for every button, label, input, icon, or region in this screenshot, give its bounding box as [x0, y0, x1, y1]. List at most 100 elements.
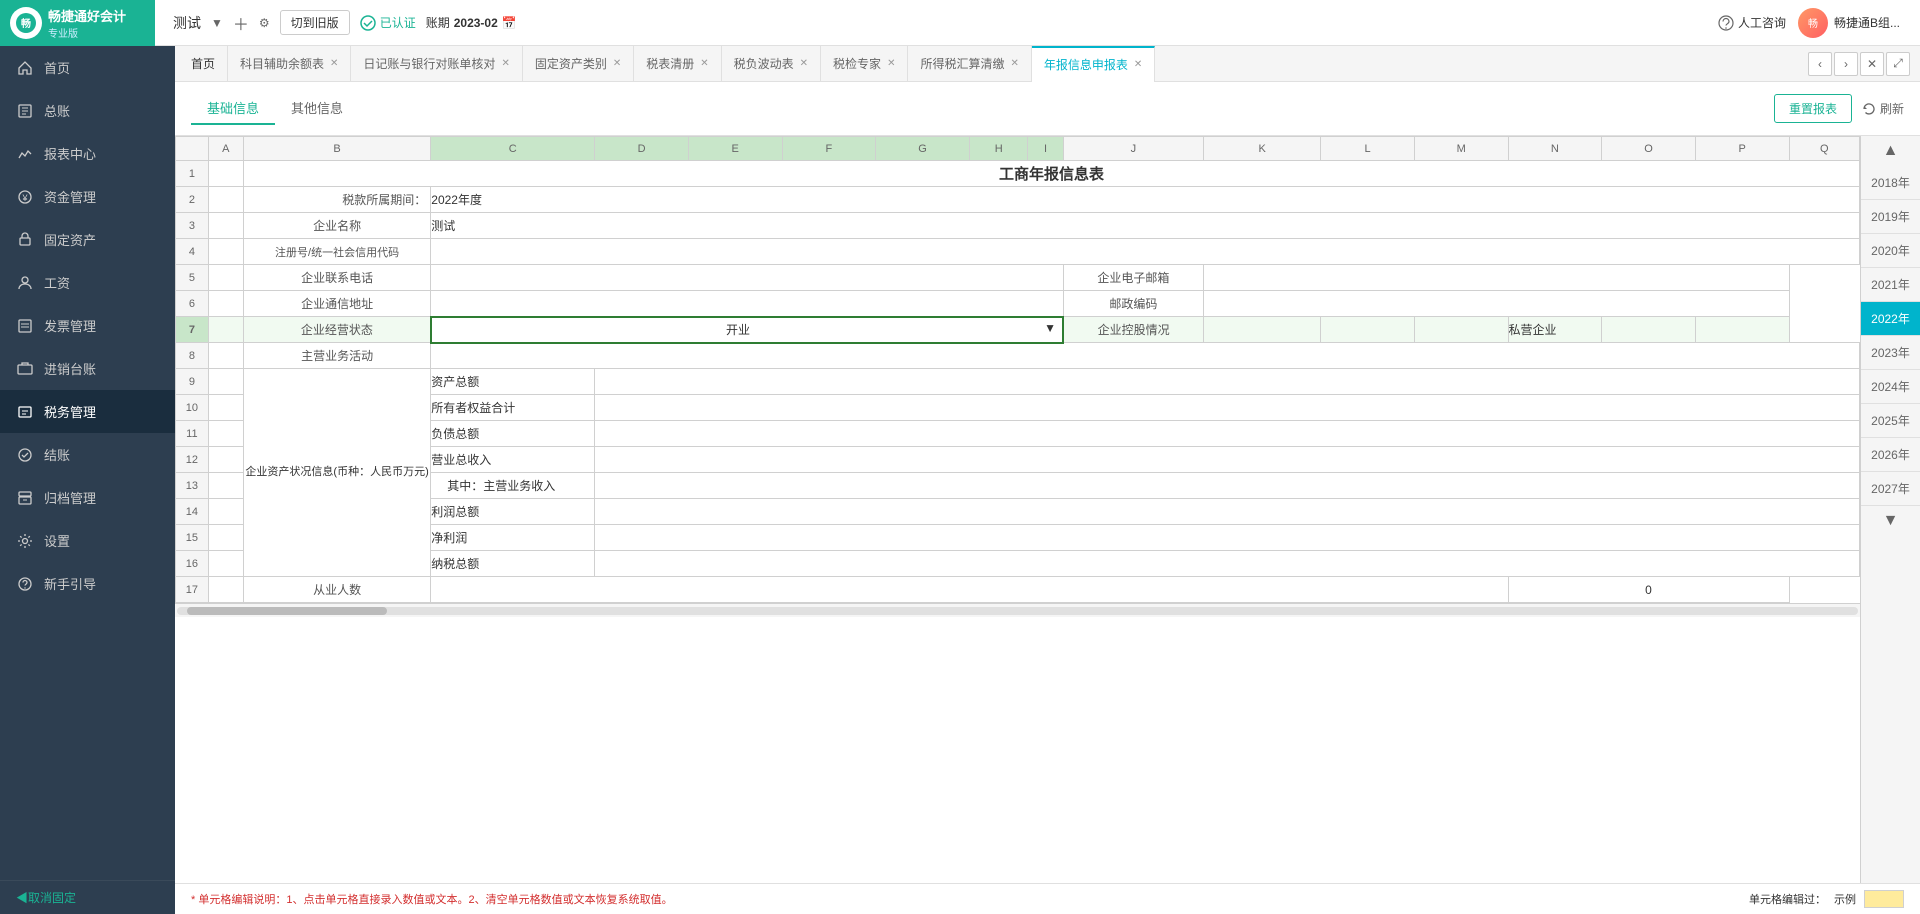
cell-12-a[interactable] — [208, 447, 243, 473]
col-header-k[interactable]: K — [1204, 137, 1321, 161]
tab-fixed-cat[interactable]: 固定资产类别 ✕ — [523, 46, 634, 82]
col-header-g[interactable]: G — [876, 137, 970, 161]
tab-journal[interactable]: 日记账与银行对账单核对 ✕ — [351, 46, 522, 82]
year-2020[interactable]: 2020年 — [1861, 234, 1920, 268]
cell-9-d[interactable] — [595, 369, 1860, 395]
sidebar-item-guide[interactable]: 新手引导 — [0, 562, 175, 605]
cell-7-m[interactable] — [1414, 317, 1508, 343]
cell-3-b[interactable]: 企业名称 — [243, 213, 430, 239]
year-panel-down[interactable]: ▼ — [1861, 506, 1920, 536]
cell-7-l[interactable] — [1321, 317, 1415, 343]
cell-15-a[interactable] — [208, 525, 243, 551]
tab-tax-expert[interactable]: 税检专家 ✕ — [821, 46, 908, 82]
col-header-h[interactable]: H — [969, 137, 1028, 161]
settings-icon[interactable]: ⚙ — [259, 16, 270, 30]
sidebar-item-tax[interactable]: 税务管理 — [0, 390, 175, 433]
cell-14-a[interactable] — [208, 499, 243, 525]
cell-16-a[interactable] — [208, 551, 243, 577]
tab-close-journal[interactable]: ✕ — [501, 58, 509, 69]
cell-15-c[interactable]: 净利润 — [431, 525, 595, 551]
tab-next-button[interactable]: › — [1834, 52, 1858, 76]
cell-6-b[interactable]: 企业通信地址 — [243, 291, 430, 317]
cell-5-a[interactable] — [208, 265, 243, 291]
year-panel-up[interactable]: ▲ — [1861, 136, 1920, 166]
dropdown-icon[interactable]: ▼ — [211, 16, 223, 30]
cell-4-a[interactable] — [208, 239, 243, 265]
tab-close-fixed[interactable]: ✕ — [613, 58, 621, 69]
cell-7-c-selected[interactable]: 开业 ▼ — [431, 317, 1063, 343]
cell-7-n[interactable]: 私营企业 — [1508, 317, 1602, 343]
col-header-i[interactable]: I — [1028, 137, 1063, 161]
sidebar-item-fixed[interactable]: 固定资产 — [0, 218, 175, 261]
year-2022[interactable]: 2022年 — [1861, 302, 1920, 336]
cell-3-c[interactable]: 测试 — [431, 213, 1860, 239]
col-header-p[interactable]: P — [1695, 137, 1789, 161]
sidebar-item-ledger[interactable]: 总账 — [0, 89, 175, 132]
cell-6-j[interactable]: 邮政编码 — [1063, 291, 1204, 317]
tab-other[interactable]: 其他信息 — [275, 92, 359, 125]
user-info[interactable]: 畅 畅捷通B组... — [1798, 8, 1900, 38]
tab-aux[interactable]: 科目辅助余额表 ✕ — [228, 46, 351, 82]
pin-button[interactable]: ◀取消固定 — [0, 880, 175, 914]
tab-close-income-tax[interactable]: ✕ — [1010, 58, 1018, 69]
year-2021[interactable]: 2021年 — [1861, 268, 1920, 302]
dropdown-arrow-icon[interactable]: ▼ — [1044, 321, 1062, 335]
cell-1-a[interactable] — [208, 161, 243, 187]
sidebar-item-closing[interactable]: 结账 — [0, 433, 175, 476]
cell-11-a[interactable] — [208, 421, 243, 447]
cell-16-c[interactable]: 纳税总额 — [431, 551, 595, 577]
cell-7-k[interactable] — [1204, 317, 1321, 343]
tab-income-tax[interactable]: 所得税汇算清缴 ✕ — [908, 46, 1031, 82]
cell-17-c[interactable] — [431, 577, 1508, 603]
cell-6-c[interactable] — [431, 291, 1063, 317]
tab-close-annual[interactable]: ✕ — [1134, 59, 1142, 70]
cell-16-d[interactable] — [595, 551, 1860, 577]
cell-13-a[interactable] — [208, 473, 243, 499]
cell-7-b[interactable]: 企业经营状态 — [243, 317, 430, 343]
tab-basic[interactable]: 基础信息 — [191, 92, 275, 125]
tab-tax-list[interactable]: 税表清册 ✕ — [634, 46, 721, 82]
year-2024[interactable]: 2024年 — [1861, 370, 1920, 404]
cell-8-c[interactable] — [431, 343, 1860, 369]
cell-7-o[interactable] — [1602, 317, 1696, 343]
year-2026[interactable]: 2026年 — [1861, 438, 1920, 472]
col-header-a[interactable]: A — [208, 137, 243, 161]
tab-close-tax-expert[interactable]: ✕ — [887, 58, 895, 69]
tab-annual-report[interactable]: 年报信息申报表 ✕ — [1032, 46, 1155, 82]
tab-close-tax-list[interactable]: ✕ — [700, 58, 708, 69]
sidebar-item-home[interactable]: 首页 — [0, 46, 175, 89]
col-header-q[interactable]: Q — [1789, 137, 1859, 161]
cell-9-a[interactable] — [208, 369, 243, 395]
cell-9-b[interactable]: 企业资产状况信息(币种：人民币万元) — [243, 369, 430, 577]
h-scroll-area[interactable] — [175, 603, 1860, 617]
sidebar-item-reports[interactable]: 报表中心 — [0, 132, 175, 175]
cell-5-b[interactable]: 企业联系电话 — [243, 265, 430, 291]
cell-11-d[interactable] — [595, 421, 1860, 447]
cell-10-d[interactable] — [595, 395, 1860, 421]
col-header-l[interactable]: L — [1321, 137, 1415, 161]
cell-8-b[interactable]: 主营业务活动 — [243, 343, 430, 369]
cell-17-a[interactable] — [208, 577, 243, 603]
cell-8-a[interactable] — [208, 343, 243, 369]
tab-close-tax-wave[interactable]: ✕ — [800, 58, 808, 69]
cell-14-c[interactable]: 利润总额 — [431, 499, 595, 525]
year-2027[interactable]: 2027年 — [1861, 472, 1920, 506]
cell-4-c[interactable] — [431, 239, 1860, 265]
cell-3-a[interactable] — [208, 213, 243, 239]
cell-9-c[interactable]: 资产总额 — [431, 369, 595, 395]
tab-prev-button[interactable]: ‹ — [1808, 52, 1832, 76]
cell-5-j[interactable]: 企业电子邮箱 — [1063, 265, 1204, 291]
cell-14-d[interactable] — [595, 499, 1860, 525]
col-header-b[interactable]: B — [243, 137, 430, 161]
sidebar-item-payroll[interactable]: 工资 — [0, 261, 175, 304]
cell-7-j[interactable]: 企业控股情况 — [1063, 317, 1204, 343]
cell-12-c[interactable]: 营业总收入 — [431, 447, 595, 473]
cell-2-c[interactable]: 2022年度 — [431, 187, 1860, 213]
cell-13-d[interactable] — [595, 473, 1860, 499]
cell-2-b[interactable]: 税款所属期间： — [243, 187, 430, 213]
col-header-d[interactable]: D — [595, 137, 689, 161]
refresh-button[interactable]: 刷新 — [1862, 94, 1904, 123]
col-header-c[interactable]: C — [431, 137, 595, 161]
cell-5-k[interactable] — [1204, 265, 1789, 291]
cell-13-c[interactable]: 其中：主营业务收入 — [431, 473, 595, 499]
